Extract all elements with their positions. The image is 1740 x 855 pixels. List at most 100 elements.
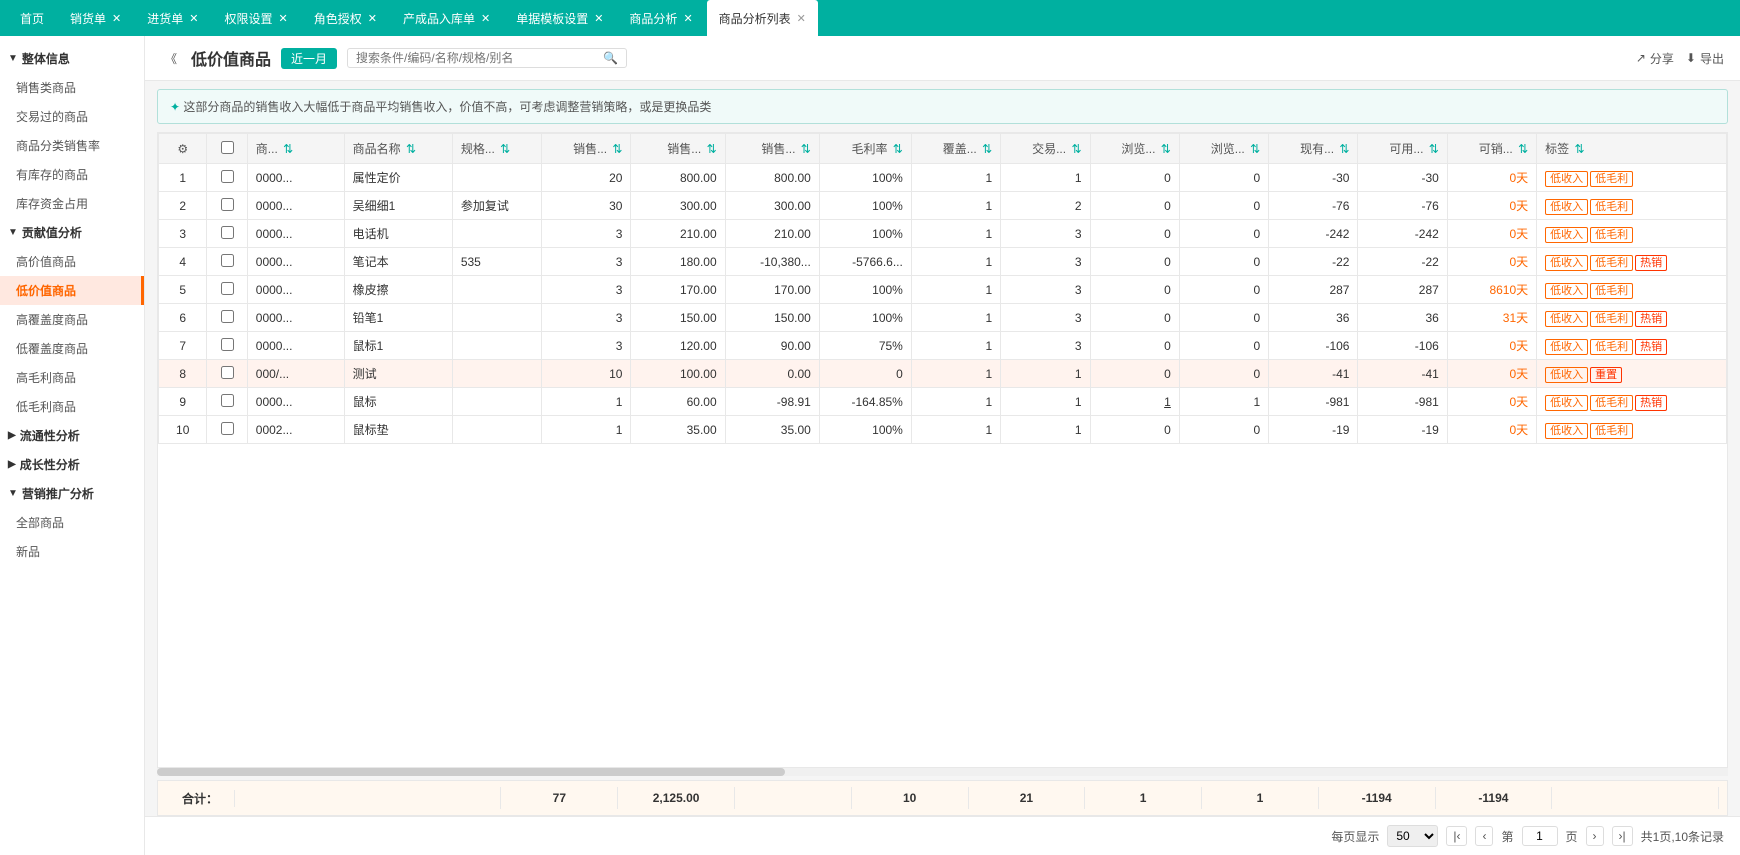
close-icon[interactable]: ✕ [594, 12, 603, 25]
scroll-thumb[interactable] [157, 768, 785, 776]
th-code[interactable]: 商... ⇅ [247, 134, 344, 164]
page-number-input[interactable] [1522, 826, 1558, 846]
row-browse1[interactable]: 1 [1090, 388, 1179, 416]
th-browse2[interactable]: 浏览... ⇅ [1179, 134, 1268, 164]
sidebar-item-new-goods[interactable]: 新品 [0, 537, 144, 566]
close-icon[interactable]: ✕ [189, 12, 198, 25]
sidebar-item-category-sales[interactable]: 商品分类销售率 [0, 131, 144, 160]
prev-page-button[interactable]: ‹ [1475, 826, 1493, 846]
th-available[interactable]: 可用... ⇅ [1358, 134, 1447, 164]
close-icon[interactable]: ✕ [683, 12, 692, 25]
sidebar-item-low-margin[interactable]: 低毛利商品 [0, 392, 144, 421]
close-icon[interactable]: ✕ [368, 12, 377, 25]
nav-tab-purchase[interactable]: 进货单 ✕ [135, 0, 210, 36]
th-sale-amount[interactable]: 销售... ⇅ [725, 134, 819, 164]
row-sale-qty: 1 [542, 416, 631, 444]
nav-tab-permissions[interactable]: 权限设置 ✕ [212, 0, 299, 36]
th-spec[interactable]: 规格... ⇅ [452, 134, 541, 164]
th-checkbox[interactable] [207, 134, 247, 164]
first-page-button[interactable]: |‹ [1446, 826, 1467, 846]
row-checkbox[interactable] [221, 254, 234, 267]
sidebar-item-low-coverage[interactable]: 低覆盖度商品 [0, 334, 144, 363]
th-current[interactable]: 现有... ⇅ [1269, 134, 1358, 164]
th-browse1[interactable]: 浏览... ⇅ [1090, 134, 1179, 164]
nav-tab-sales[interactable]: 销货单 ✕ [58, 0, 133, 36]
th-name[interactable]: 商品名称 ⇅ [344, 134, 452, 164]
sidebar-item-stock-goods[interactable]: 有库存的商品 [0, 160, 144, 189]
sidebar-item-traded-goods[interactable]: 交易过的商品 [0, 102, 144, 131]
row-checkbox-cell[interactable] [207, 332, 247, 360]
search-input[interactable] [356, 51, 599, 65]
row-code: 0000... [247, 304, 344, 332]
last-page-button[interactable]: ›| [1612, 826, 1633, 846]
sidebar-group-circulation[interactable]: ▶ 流通性分析 [0, 421, 144, 450]
nav-tab-warehouse[interactable]: 产成品入库单 ✕ [391, 0, 502, 36]
search-icon[interactable]: 🔍 [603, 51, 618, 65]
row-gross-rate: 100% [819, 416, 911, 444]
row-checkbox[interactable] [221, 422, 234, 435]
row-checkbox[interactable] [221, 170, 234, 183]
row-checkbox[interactable] [221, 338, 234, 351]
totals-available: -1194 [1436, 787, 1553, 809]
nav-tab-template[interactable]: 单据模板设置 ✕ [504, 0, 615, 36]
th-sale-qty[interactable]: 销售... ⇅ [542, 134, 631, 164]
share-button[interactable]: ↗ 分享 [1636, 50, 1674, 67]
th-coverage[interactable]: 覆盖... ⇅ [911, 134, 1000, 164]
row-checkbox[interactable] [221, 198, 234, 211]
row-checkbox-cell[interactable] [207, 248, 247, 276]
close-icon[interactable]: ✕ [481, 12, 490, 25]
sidebar-item-sales-goods[interactable]: 销售类商品 [0, 73, 144, 102]
export-button[interactable]: ⬇ 导出 [1686, 50, 1724, 67]
tag-label: 低毛利 [1590, 283, 1633, 299]
th-tags[interactable]: 标签 ⇅ [1537, 134, 1727, 164]
sidebar-group-growth[interactable]: ▶ 成长性分析 [0, 450, 144, 479]
select-all-checkbox[interactable] [221, 141, 234, 154]
sidebar-group-overview[interactable]: ▼ 整体信息 [0, 44, 144, 73]
row-checkbox[interactable] [221, 366, 234, 379]
row-checkbox-cell[interactable] [207, 360, 247, 388]
row-checkbox-cell[interactable] [207, 388, 247, 416]
tag-label: 低毛利 [1590, 311, 1633, 327]
row-checkbox-cell[interactable] [207, 304, 247, 332]
period-button[interactable]: 近一月 [281, 48, 337, 69]
sidebar-item-high-value[interactable]: 高价值商品 [0, 247, 144, 276]
totals-browse2: 1 [1202, 787, 1319, 809]
row-checkbox-cell[interactable] [207, 416, 247, 444]
th-trade[interactable]: 交易... ⇅ [1001, 134, 1090, 164]
row-checkbox-cell[interactable] [207, 276, 247, 304]
nav-tab-analysis-list[interactable]: 商品分析列表 ✕ [707, 0, 818, 36]
nav-tab-roles[interactable]: 角色授权 ✕ [302, 0, 389, 36]
row-spec [452, 304, 541, 332]
horizontal-scrollbar[interactable] [157, 768, 1728, 776]
row-checkbox[interactable] [221, 310, 234, 323]
row-sellable: 0天 [1447, 416, 1536, 444]
sidebar-item-high-margin[interactable]: 高毛利商品 [0, 363, 144, 392]
nav-tab-home[interactable]: 首页 [8, 0, 56, 36]
sidebar-item-stock-capital[interactable]: 库存资金占用 [0, 189, 144, 218]
row-checkbox-cell[interactable] [207, 192, 247, 220]
row-checkbox-cell[interactable] [207, 164, 247, 192]
row-checkbox-cell[interactable] [207, 220, 247, 248]
th-settings[interactable]: ⚙ [159, 134, 207, 164]
next-page-button[interactable]: › [1586, 826, 1604, 846]
sidebar-item-high-coverage[interactable]: 高覆盖度商品 [0, 305, 144, 334]
close-icon[interactable]: ✕ [112, 12, 121, 25]
row-checkbox[interactable] [221, 282, 234, 295]
row-checkbox[interactable] [221, 226, 234, 239]
page-size-select[interactable]: 50 100 200 [1387, 825, 1438, 847]
row-coverage: 1 [911, 192, 1000, 220]
nav-tab-analysis[interactable]: 商品分析 ✕ [617, 0, 704, 36]
collapse-sidebar-button[interactable]: 《 [161, 50, 181, 67]
close-icon[interactable]: ✕ [279, 12, 288, 25]
sidebar-group-contribution[interactable]: ▼ 贡献值分析 [0, 218, 144, 247]
th-sellable[interactable]: 可销... ⇅ [1447, 134, 1536, 164]
row-checkbox[interactable] [221, 394, 234, 407]
row-available: -76 [1358, 192, 1447, 220]
row-tags: 低收入低毛利热销 [1537, 332, 1727, 360]
th-gross-rate[interactable]: 毛利率 ⇅ [819, 134, 911, 164]
sidebar-item-low-value[interactable]: 低价值商品 [0, 276, 144, 305]
sidebar-item-all-goods[interactable]: 全部商品 [0, 508, 144, 537]
close-icon[interactable]: ✕ [797, 12, 806, 25]
th-sale-price[interactable]: 销售... ⇅ [631, 134, 725, 164]
sidebar-group-marketing[interactable]: ▼ 营销推广分析 [0, 479, 144, 508]
